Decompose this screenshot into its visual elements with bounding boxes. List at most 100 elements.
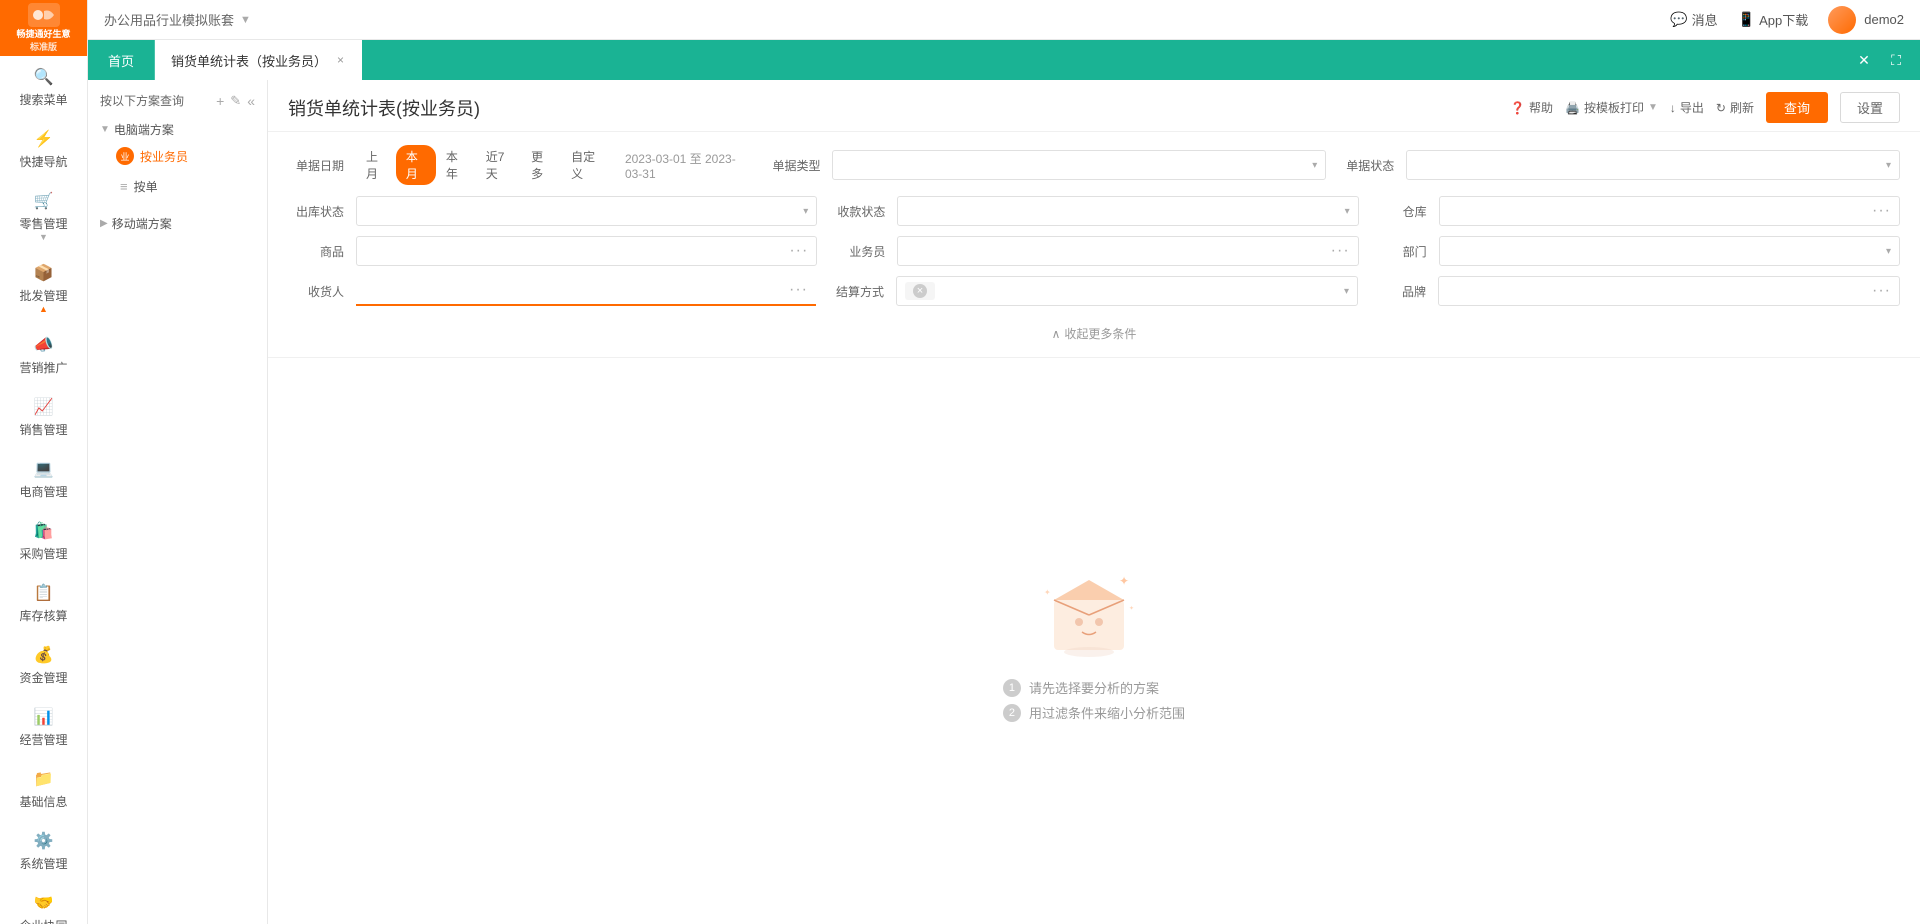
help-label: 帮助: [1529, 99, 1553, 116]
panel-header-actions: + ✎ «: [216, 93, 255, 109]
svg-text:✦: ✦: [1129, 605, 1134, 612]
scheme-item-salesperson[interactable]: 业 按业务员: [100, 142, 255, 170]
collapse-btn[interactable]: ∧ 收起更多条件: [1040, 322, 1149, 345]
out-status-filter[interactable]: ▾: [356, 196, 817, 226]
scheme-sub-item[interactable]: ≡ 按单: [120, 174, 255, 199]
goods-filter[interactable]: ···: [356, 236, 817, 266]
tab-home[interactable]: 首页: [88, 40, 155, 80]
sidebar-item-wholesale[interactable]: 📦 批发管理 ▲: [0, 252, 88, 324]
sub-item-icon: ≡: [120, 179, 128, 194]
sidebar-label-retail: 零售管理: [19, 215, 67, 232]
app-logo[interactable]: 畅捷通好生意 标准版: [0, 0, 88, 56]
export-label: 导出: [1680, 99, 1704, 116]
template-print-btn[interactable]: 🖨️ 按模板打印 ▼: [1565, 99, 1658, 116]
page-actions: ❓ 帮助 🖨️ 按模板打印 ▼ ↓ 导出 ↻ 刷新: [1510, 92, 1900, 123]
sidebar-item-system[interactable]: ⚙️ 系统管理: [0, 820, 88, 882]
tip-num-1: 1: [1003, 679, 1021, 697]
username-label: demo2: [1864, 12, 1904, 27]
sidebar-item-ecommerce[interactable]: 💻 电商管理: [0, 448, 88, 510]
sidebar-label-inventory: 库存核算: [19, 607, 67, 624]
date-tab-lastmonth[interactable]: 上月: [356, 144, 396, 186]
main-area: 办公用品行业模拟账套 ▼ 💬 消息 📱 App下载 demo2 首页 销货单统计…: [88, 0, 1920, 924]
sidebar-item-finance[interactable]: 💰 资金管理: [0, 634, 88, 696]
sidebar-label-basicinfo: 基础信息: [19, 793, 67, 810]
refresh-icon: ↻: [1716, 101, 1726, 115]
logo-text: 畅捷通好生意: [16, 29, 70, 40]
date-tabs: 上月 本月 本年 近7天 更多 自定义: [356, 144, 611, 186]
sidebar-item-quicknav[interactable]: ⚡ 快捷导航: [0, 118, 88, 180]
collect-status-filter[interactable]: ▾: [897, 196, 1358, 226]
settlement-remove-btn[interactable]: ×: [913, 284, 927, 298]
desktop-group-chevron: ▼: [100, 124, 110, 135]
desktop-group-header[interactable]: ▼ 电脑端方案: [100, 117, 255, 142]
settlement-filter[interactable]: × ▾: [896, 276, 1358, 306]
department-filter[interactable]: ▾: [1439, 236, 1900, 266]
add-scheme-btn[interactable]: +: [216, 93, 224, 109]
date-tab-thisyear[interactable]: 本年: [436, 144, 476, 186]
recipient-dots: ···: [789, 281, 808, 299]
tab-close-btn[interactable]: ×: [335, 51, 346, 69]
sidebar-label-finance: 资金管理: [19, 669, 67, 686]
sidebar-label-search: 搜索菜单: [19, 91, 67, 108]
maximize-icon: ⛶: [1891, 52, 1901, 69]
settings-button[interactable]: 设置: [1840, 92, 1900, 123]
app-download-btn[interactable]: 📱 App下载: [1738, 10, 1809, 29]
sidebar-label-system: 系统管理: [19, 855, 67, 872]
type-filter[interactable]: ▾: [832, 150, 1326, 180]
filter-row-3: 商品 ··· 业务员 ··· 部门 ▾: [288, 236, 1900, 266]
out-status-label: 出库状态: [288, 203, 344, 220]
sidebar-item-operations[interactable]: 📊 经营管理: [0, 696, 88, 758]
warehouse-filter[interactable]: ···: [1439, 196, 1900, 226]
tabbar: 首页 销货单统计表（按业务员） × ✕ ⛶: [88, 40, 1920, 80]
sidebar-item-inventory[interactable]: 📋 库存核算: [0, 572, 88, 634]
goods-label: 商品: [288, 243, 344, 260]
topbar-right: 💬 消息 📱 App下载 demo2: [1670, 6, 1904, 34]
tab-active[interactable]: 销货单统计表（按业务员） ×: [155, 40, 362, 80]
refresh-btn[interactable]: ↻ 刷新: [1716, 99, 1754, 116]
mobile-group-chevron: ▶: [100, 218, 108, 229]
collapse-chevron-icon: ∧: [1052, 327, 1061, 341]
date-tab-thismonth[interactable]: 本月: [396, 145, 436, 185]
export-icon: ↓: [1670, 101, 1676, 115]
query-button[interactable]: 查询: [1766, 92, 1828, 123]
filter-row-2: 出库状态 ▾ 收款状态 ▾ 仓库 ···: [288, 196, 1900, 226]
logo-subtext: 标准版: [30, 40, 57, 53]
mobile-group-header[interactable]: ▶ 移动端方案: [100, 211, 255, 236]
date-tab-7days[interactable]: 近7天: [476, 144, 521, 186]
tab-maximize-btn[interactable]: ⛶: [1884, 48, 1908, 72]
salesperson-filter[interactable]: ···: [897, 236, 1358, 266]
tab-minimize-btn[interactable]: ✕: [1852, 48, 1876, 72]
user-menu[interactable]: demo2: [1828, 6, 1904, 34]
panel-header-text: 按以下方案查询: [100, 92, 184, 109]
sidebar-item-purchase[interactable]: 🛍️ 采购管理: [0, 510, 88, 572]
print-dropdown-icon: ▼: [1648, 102, 1658, 113]
type-label: 单据类型: [764, 157, 820, 174]
minimize-icon: ✕: [1858, 52, 1870, 69]
status-filter[interactable]: ▾: [1406, 150, 1900, 180]
salesperson-label: 业务员: [829, 243, 885, 260]
collapse-panel-btn[interactable]: «: [247, 93, 255, 109]
recipient-filter[interactable]: ···: [356, 276, 816, 306]
sidebar-item-enterprise[interactable]: 🤝 企业协同: [0, 882, 88, 924]
scheme-sub: ≡ 按单: [100, 170, 255, 203]
topbar-left: 办公用品行业模拟账套 ▼: [104, 10, 251, 29]
enterprise-icon: 🤝: [33, 892, 55, 914]
desktop-group-label: 电脑端方案: [114, 121, 174, 138]
sidebar-item-search[interactable]: 🔍 搜索菜单: [0, 56, 88, 118]
date-tab-custom[interactable]: 自定义: [561, 144, 611, 186]
salesperson-dot: 业: [116, 147, 134, 165]
sidebar-item-basicinfo[interactable]: 📁 基础信息: [0, 758, 88, 820]
brand-label: 品牌: [1370, 283, 1426, 300]
help-btn[interactable]: ❓ 帮助: [1510, 99, 1553, 116]
edit-scheme-btn[interactable]: ✎: [230, 93, 241, 109]
export-btn[interactable]: ↓ 导出: [1670, 99, 1704, 116]
date-tab-more[interactable]: 更多: [521, 144, 561, 186]
sidebar-item-marketing[interactable]: 📣 营销推广: [0, 324, 88, 386]
breadcrumb-dropdown-icon[interactable]: ▼: [240, 14, 251, 26]
settlement-tag: ×: [905, 282, 935, 300]
brand-dots: ···: [1872, 282, 1891, 300]
brand-filter[interactable]: ···: [1438, 276, 1900, 306]
sidebar-item-retail[interactable]: 🛒 零售管理 ▼: [0, 180, 88, 252]
sidebar-item-sales[interactable]: 📈 销售管理: [0, 386, 88, 448]
message-btn[interactable]: 💬 消息: [1670, 10, 1717, 29]
